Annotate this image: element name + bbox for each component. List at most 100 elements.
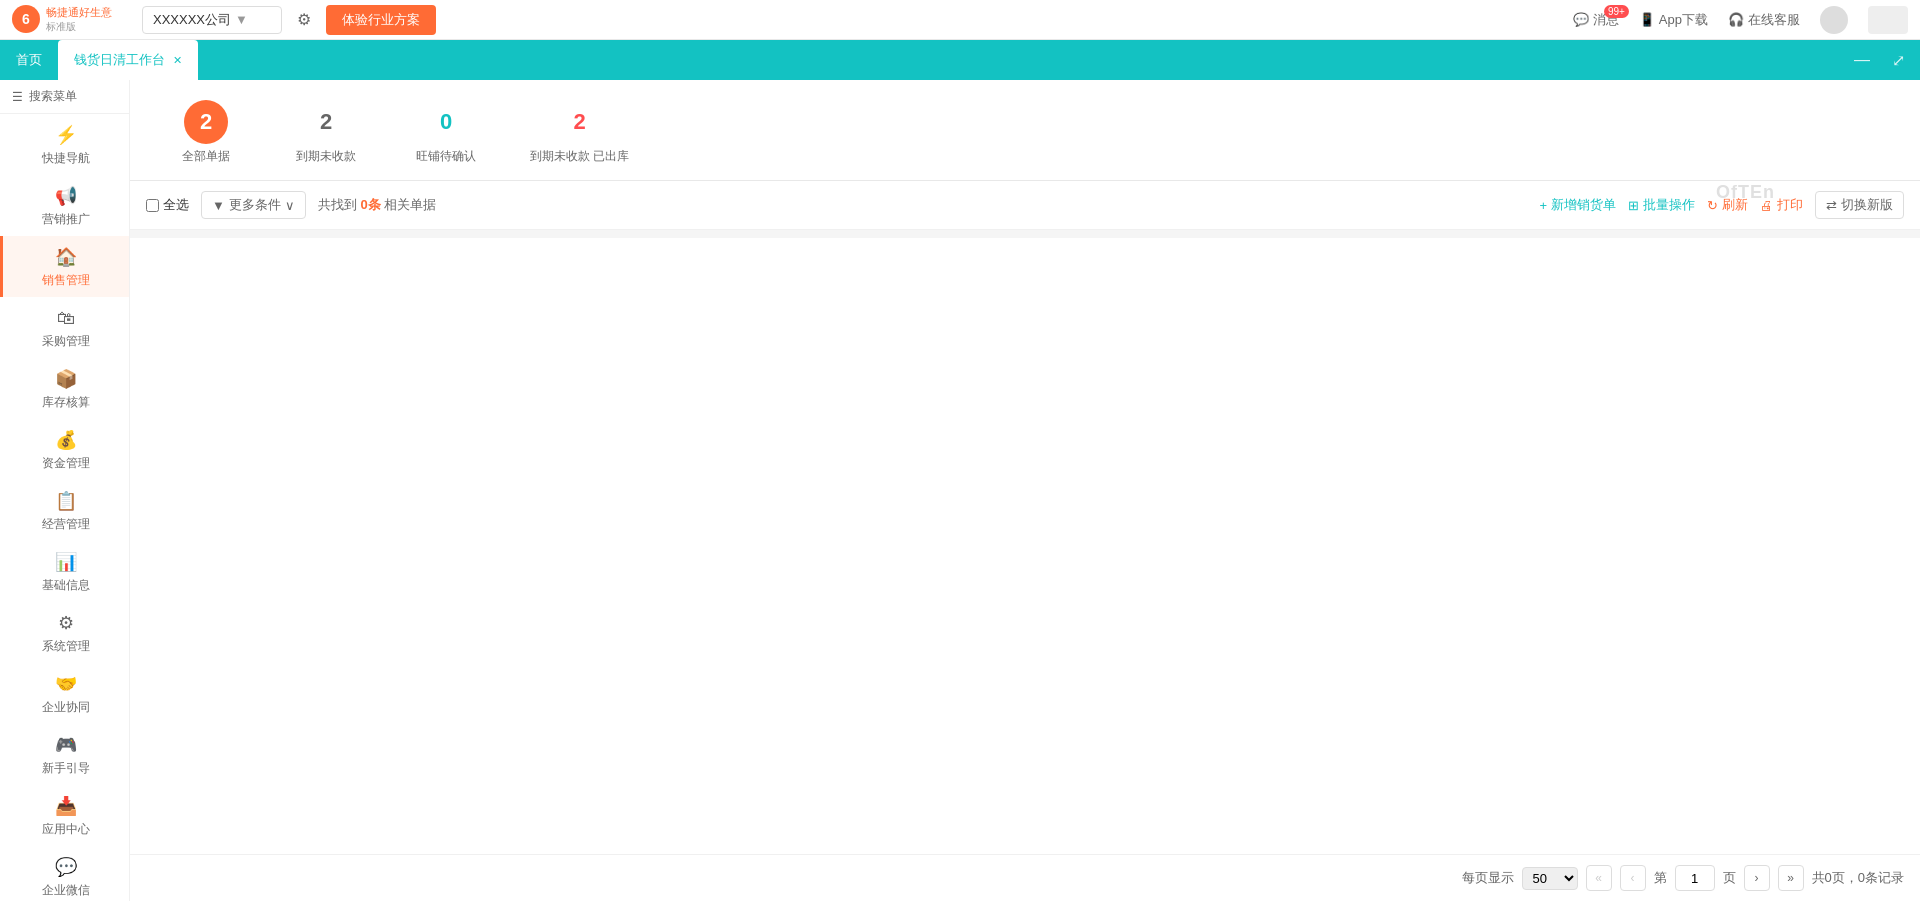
found-text: 共找到 0条 相关单据 <box>318 196 436 214</box>
sidebar-label-sales: 销售管理 <box>42 272 90 289</box>
search-icon: ☰ <box>12 90 23 104</box>
app-badge: 标准版 <box>46 20 112 34</box>
tab-maximize-button[interactable]: ⤢ <box>1884 46 1912 74</box>
sidebar-item-basic-info[interactable]: 📊 基础信息 <box>0 541 129 602</box>
sidebar-label-basic-info: 基础信息 <box>42 577 90 594</box>
tab-minimize-button[interactable]: — <box>1848 46 1876 74</box>
basic-info-icon: 📊 <box>55 551 77 573</box>
sidebar-item-finance[interactable]: 💰 资金管理 <box>0 419 129 480</box>
online-service-button[interactable]: 🎧 在线客服 <box>1728 11 1800 29</box>
tab-home-label: 首页 <box>16 51 42 69</box>
filter-icon: ▼ <box>212 198 225 213</box>
logo-area: 6 畅捷通好生意 标准版 <box>12 5 142 33</box>
sidebar-item-guide[interactable]: 🎮 新手引导 <box>0 724 129 785</box>
finance-icon: 💰 <box>55 429 77 451</box>
sidebar-item-operations[interactable]: 📋 经营管理 <box>0 480 129 541</box>
tab-workbench[interactable]: 钱货日清工作台 ✕ <box>58 40 198 80</box>
quick-nav-icon: ⚡ <box>55 124 77 146</box>
search-menu-item[interactable]: ☰ 搜索菜单 <box>0 80 129 114</box>
batch-icon: ⊞ <box>1628 198 1639 213</box>
toolbar: 全选 ▼ 更多条件 ∨ 共找到 0条 相关单据 + 新增销货单 ⊞ 批量操作 <box>130 181 1920 230</box>
sidebar-item-inventory[interactable]: 📦 库存核算 <box>0 358 129 419</box>
chevron-down-icon: ▼ <box>235 12 248 27</box>
download-icon: 📱 <box>1639 12 1655 27</box>
select-all-checkbox[interactable]: 全选 <box>146 196 189 214</box>
stat-tab-wangpu[interactable]: 0 旺铺待确认 <box>386 92 506 180</box>
stat-number-wangpu: 0 <box>424 100 468 144</box>
stat-tab-all[interactable]: 2 全部单据 <box>146 92 266 180</box>
add-sales-order-button[interactable]: + 新增销货单 <box>1539 196 1616 214</box>
marketing-icon: 📢 <box>55 185 77 207</box>
search-menu-label: 搜索菜单 <box>29 88 77 105</box>
refresh-icon: ↻ <box>1707 198 1718 213</box>
filter-label: 更多条件 <box>229 196 281 214</box>
company-name: XXXXXX公司 <box>153 11 231 29</box>
sidebar-label-enterprise: 企业协同 <box>42 699 90 716</box>
filter-button[interactable]: ▼ 更多条件 ∨ <box>201 191 306 219</box>
page-size-select[interactable]: 20 50 100 <box>1522 867 1578 890</box>
select-all-input[interactable] <box>146 199 159 212</box>
sidebar-label-guide: 新手引导 <box>42 760 90 777</box>
sidebar-item-quick-nav[interactable]: ⚡ 快捷导航 <box>0 114 129 175</box>
next-page-button[interactable]: › <box>1744 865 1770 891</box>
app-download-button[interactable]: 📱 App下载 <box>1639 11 1708 29</box>
sales-icon: 🏠 <box>55 246 77 268</box>
sidebar-label-quick-nav: 快捷导航 <box>42 150 90 167</box>
wechat-icon: 💬 <box>55 856 77 878</box>
sidebar-item-system[interactable]: ⚙ 系统管理 <box>0 602 129 663</box>
prev-page-button[interactable]: ‹ <box>1620 865 1646 891</box>
stat-tab-shipped[interactable]: 2 到期未收款 已出库 <box>506 92 653 180</box>
sidebar-label-app-center: 应用中心 <box>42 821 90 838</box>
found-prefix: 共找到 <box>318 197 357 212</box>
top-header: 6 畅捷通好生意 标准版 XXXXXX公司 ▼ ⚙ 体验行业方案 💬 消息 99… <box>0 0 1920 40</box>
sidebar-item-sales[interactable]: 🏠 销售管理 <box>0 236 129 297</box>
toolbar-right: + 新增销货单 ⊞ 批量操作 ↻ 刷新 🖨 打印 ⇄ 切换新版 <box>1539 191 1904 219</box>
enterprise-icon: 🤝 <box>55 673 77 695</box>
trial-button[interactable]: 体验行业方案 <box>326 5 436 35</box>
user-name[interactable] <box>1868 6 1908 34</box>
sidebar: ☰ 搜索菜单 ⚡ 快捷导航 📢 营销推广 🏠 销售管理 🛍 采购管理 📦 库存核… <box>0 80 130 901</box>
stat-label-wangpu: 旺铺待确认 <box>416 148 476 165</box>
stat-tab-overdue[interactable]: 2 到期未收款 <box>266 92 386 180</box>
page-label-end: 页 <box>1723 869 1736 887</box>
purchase-icon: 🛍 <box>55 307 77 329</box>
batch-btn-label: 批量操作 <box>1643 196 1695 214</box>
app-download-label: App下载 <box>1659 11 1708 29</box>
pagination: 每页显示 20 50 100 « ‹ 第 页 › » 共0页，0条记录 <box>130 854 1920 901</box>
stat-number-overdue: 2 <box>304 100 348 144</box>
sidebar-item-app-center[interactable]: 📥 应用中心 <box>0 785 129 846</box>
filter-arrow-icon: ∨ <box>285 198 295 213</box>
sidebar-item-enterprise[interactable]: 🤝 企业协同 <box>0 663 129 724</box>
logo-icon: 6 <box>12 5 40 33</box>
message-icon: 💬 <box>1573 12 1589 27</box>
tab-close-icon[interactable]: ✕ <box>173 54 182 67</box>
switch-version-button[interactable]: ⇄ 切换新版 <box>1815 191 1904 219</box>
layout: ☰ 搜索菜单 ⚡ 快捷导航 📢 营销推广 🏠 销售管理 🛍 采购管理 📦 库存核… <box>0 80 1920 901</box>
avatar[interactable] <box>1820 6 1848 34</box>
refresh-label: 刷新 <box>1722 196 1748 214</box>
company-selector[interactable]: XXXXXX公司 ▼ <box>142 6 282 34</box>
sidebar-label-finance: 资金管理 <box>42 455 90 472</box>
sidebar-item-wechat[interactable]: 💬 企业微信 <box>0 846 129 901</box>
messages-button[interactable]: 💬 消息 99+ <box>1573 11 1619 29</box>
sidebar-item-purchase[interactable]: 🛍 采购管理 <box>0 297 129 358</box>
first-page-button[interactable]: « <box>1586 865 1612 891</box>
batch-operation-button[interactable]: ⊞ 批量操作 <box>1628 196 1695 214</box>
print-icon: 🖨 <box>1760 198 1773 213</box>
service-icon: 🎧 <box>1728 12 1744 27</box>
refresh-button[interactable]: ↻ 刷新 <box>1707 196 1748 214</box>
last-page-button[interactable]: » <box>1778 865 1804 891</box>
operations-icon: 📋 <box>55 490 77 512</box>
stat-number-all: 2 <box>184 100 228 144</box>
sidebar-label-operations: 经营管理 <box>42 516 90 533</box>
page-number-input[interactable] <box>1675 865 1715 891</box>
print-label: 打印 <box>1777 196 1803 214</box>
tab-home[interactable]: 首页 <box>0 40 58 80</box>
settings-button[interactable]: ⚙ <box>290 6 318 34</box>
sidebar-item-marketing[interactable]: 📢 营销推广 <box>0 175 129 236</box>
sidebar-label-wechat: 企业微信 <box>42 882 90 899</box>
print-button[interactable]: 🖨 打印 <box>1760 196 1803 214</box>
tab-bar: 首页 钱货日清工作台 ✕ — ⤢ <box>0 40 1920 80</box>
page-label: 第 <box>1654 869 1667 887</box>
stat-label-shipped: 到期未收款 已出库 <box>530 148 629 165</box>
